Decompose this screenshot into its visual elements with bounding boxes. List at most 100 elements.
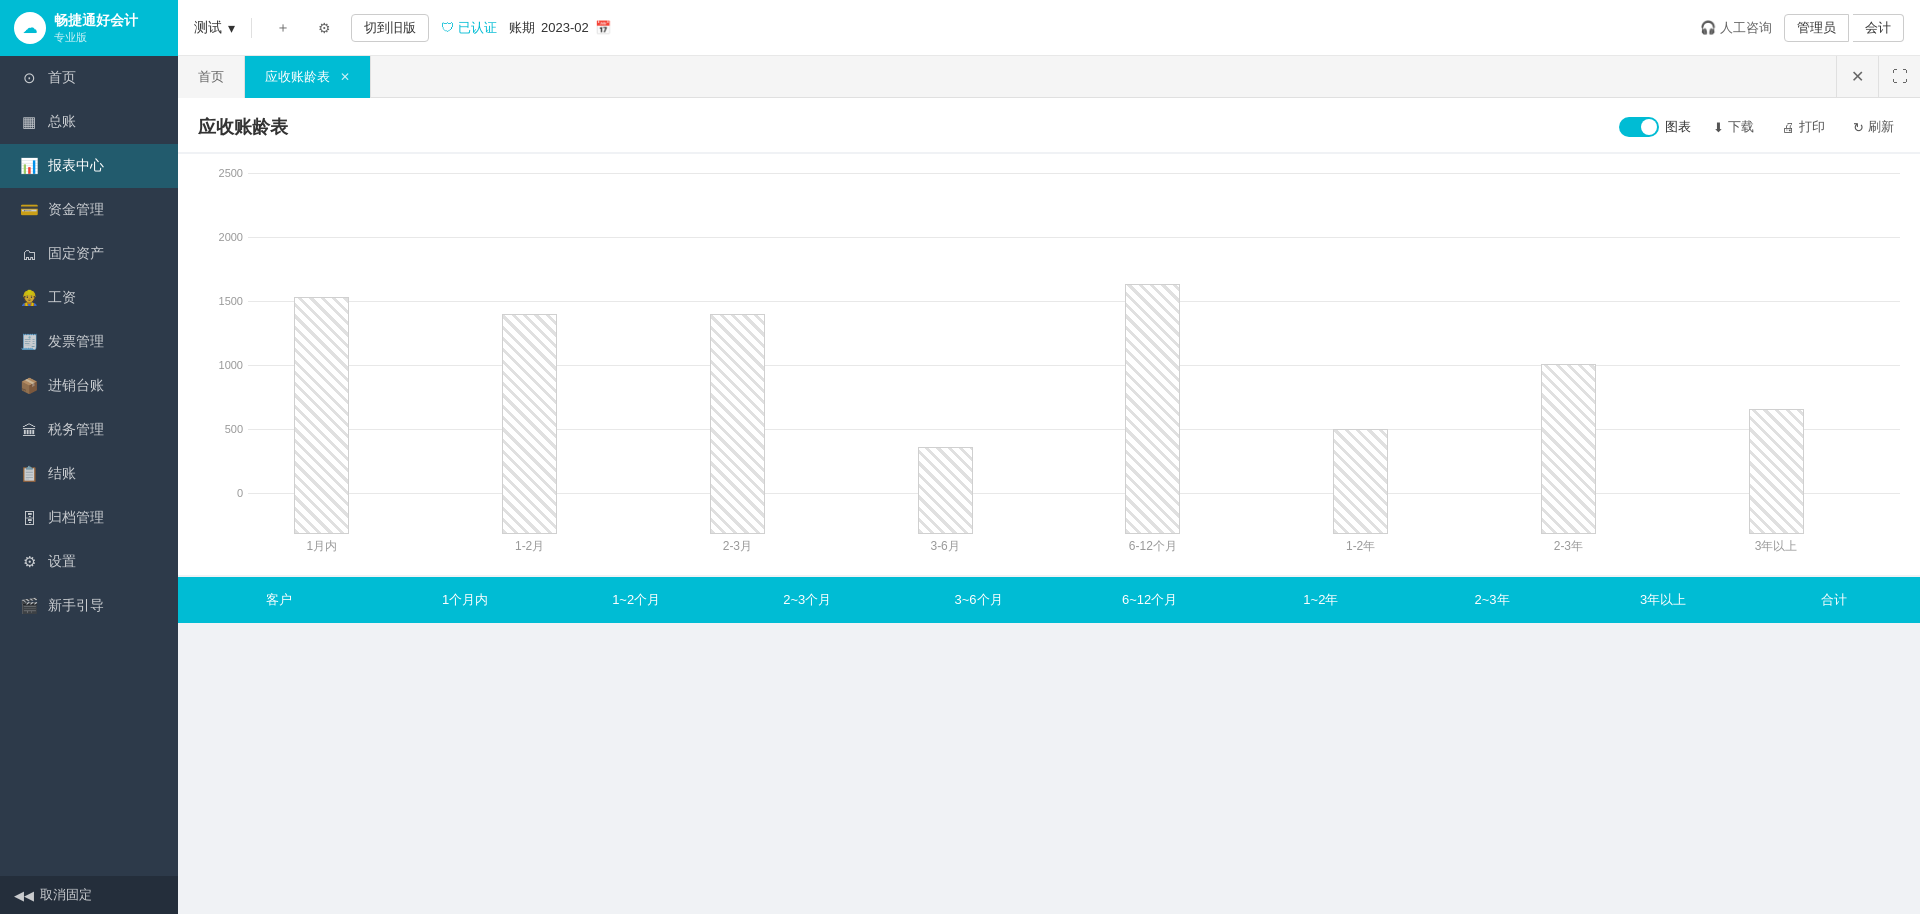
x-label-1-2月: 1-2月 xyxy=(426,538,634,555)
print-label: 打印 xyxy=(1799,118,1825,136)
bar-column-2-3月 xyxy=(634,314,842,534)
chart-label: 图表 xyxy=(1665,118,1691,136)
calendar-icon[interactable]: 📅 xyxy=(595,20,611,35)
switch-version-button[interactable]: 切到旧版 xyxy=(351,14,429,42)
nav-icon-archive: 🗄 xyxy=(20,510,38,527)
nav-icon-funds: 💳 xyxy=(20,201,38,219)
table-header-cell-1: 1个月内 xyxy=(379,577,550,623)
bar-column-2-3年 xyxy=(1465,364,1673,534)
sidebar-item-settings[interactable]: ⚙ 设置 xyxy=(0,540,178,584)
sidebar-label-invoice: 发票管理 xyxy=(48,333,104,351)
tabbar-actions: ✕ ⛶ xyxy=(1836,56,1920,98)
nav-icon-reports: 📊 xyxy=(20,157,38,175)
sidebar-label-archive: 归档管理 xyxy=(48,509,104,527)
app-subtitle: 专业版 xyxy=(54,30,138,45)
user-role-group: 管理员 会计 xyxy=(1784,14,1904,42)
sidebar-label-guide: 新手引导 xyxy=(48,597,104,615)
sidebar-item-invoice[interactable]: 🧾 发票管理 xyxy=(0,320,178,364)
sidebar-label-tax: 税务管理 xyxy=(48,421,104,439)
bar-3-6月 xyxy=(918,447,973,535)
sidebar-item-archive[interactable]: 🗄 归档管理 xyxy=(0,496,178,540)
close-tab-button[interactable]: ✕ xyxy=(1836,56,1878,98)
maximize-button[interactable]: ⛶ xyxy=(1878,56,1920,98)
refresh-label: 刷新 xyxy=(1868,118,1894,136)
project-name: 测试 xyxy=(194,19,222,37)
page-actions: 图表 ⬇ 下载 🖨 打印 ↻ 刷新 xyxy=(1619,114,1900,140)
x-label-2-3月: 2-3月 xyxy=(634,538,842,555)
role-button[interactable]: 会计 xyxy=(1853,14,1904,42)
refresh-icon: ↻ xyxy=(1853,120,1864,135)
topbar-right: 🎧 人工咨询 管理员 会计 xyxy=(1700,14,1904,42)
table-section: 客户1个月内1~2个月2~3个月3~6个月6~12个月1~2年2~3年3年以上合… xyxy=(178,577,1920,623)
tab-label-receivable-aging: 应收账龄表 xyxy=(265,68,330,86)
table-header-cell-5: 6~12个月 xyxy=(1064,577,1235,623)
print-icon: 🖨 xyxy=(1782,120,1795,135)
print-button[interactable]: 🖨 打印 xyxy=(1776,114,1831,140)
sidebar-item-reports[interactable]: 📊 报表中心 xyxy=(0,144,178,188)
sidebar-item-funds[interactable]: 💳 资金管理 xyxy=(0,188,178,232)
certified-label: 已认证 xyxy=(458,19,497,37)
sidebar-item-guide[interactable]: 🎬 新手引导 xyxy=(0,584,178,628)
table-header-cell-7: 2~3年 xyxy=(1406,577,1577,623)
nav-icon-settlement: 📋 xyxy=(20,465,38,483)
service-label: 人工咨询 xyxy=(1720,19,1772,37)
bar-2-3年 xyxy=(1541,364,1596,534)
tab-receivable-aging[interactable]: 应收账龄表 ✕ xyxy=(245,56,371,98)
app-title: 畅捷通好会计 xyxy=(54,11,138,29)
download-button[interactable]: ⬇ 下载 xyxy=(1707,114,1760,140)
sidebar-nav: ⊙ 首页 ▦ 总账 📊 报表中心 💳 资金管理 🗂 固定资产 👷 工资 🧾 发票… xyxy=(0,56,178,876)
shield-icon: 🛡 xyxy=(441,20,454,35)
bar-column-6-12个月 xyxy=(1049,284,1257,534)
nav-icon-settings: ⚙ xyxy=(20,553,38,571)
customer-service-button[interactable]: 🎧 人工咨询 xyxy=(1700,19,1772,37)
download-icon: ⬇ xyxy=(1713,120,1724,135)
nav-icon-assets: 🗂 xyxy=(20,246,38,263)
sidebar-item-ledger[interactable]: ▦ 总账 xyxy=(0,100,178,144)
sidebar-item-assets[interactable]: 🗂 固定资产 xyxy=(0,232,178,276)
bar-column-1-2月 xyxy=(426,314,634,534)
add-button[interactable]: ＋ xyxy=(268,15,298,41)
period-value: 2023-02 xyxy=(541,20,589,35)
chart-container: 05001000150020002500 1月内1-2月2-3月3-6月6-12… xyxy=(178,154,1920,575)
bar-column-3年以上 xyxy=(1672,409,1880,534)
main-area: 测试 ▾ ＋ ⚙ 切到旧版 🛡 已认证 账期 2023-02 📅 🎧 人工咨询 … xyxy=(178,0,1920,914)
sidebar-item-home[interactable]: ⊙ 首页 xyxy=(0,56,178,100)
nav-icon-tax: 🏛 xyxy=(20,422,38,439)
nav-icon-home: ⊙ xyxy=(20,69,38,87)
project-selector[interactable]: 测试 ▾ xyxy=(194,19,235,37)
bar-1月内 xyxy=(294,297,349,535)
sidebar-item-purchase-sale[interactable]: 📦 进销台账 xyxy=(0,364,178,408)
sidebar-item-settlement[interactable]: 📋 结账 xyxy=(0,452,178,496)
settings-button[interactable]: ⚙ xyxy=(310,16,339,40)
nav-icon-payroll: 👷 xyxy=(20,289,38,307)
unpin-label: 取消固定 xyxy=(40,886,92,904)
download-label: 下载 xyxy=(1728,118,1754,136)
sidebar-item-payroll[interactable]: 👷 工资 xyxy=(0,276,178,320)
unpin-button[interactable]: ◀◀ 取消固定 xyxy=(0,876,178,914)
bar-column-1月内 xyxy=(218,297,426,535)
certified-badge: 🛡 已认证 xyxy=(441,19,497,37)
bar-1-2月 xyxy=(502,314,557,534)
table-header-cell-0: 客户 xyxy=(178,577,379,623)
chart-toggle[interactable]: 图表 xyxy=(1619,117,1691,137)
sidebar-item-tax[interactable]: 🏛 税务管理 xyxy=(0,408,178,452)
bar-2-3月 xyxy=(710,314,765,534)
manager-button[interactable]: 管理员 xyxy=(1784,14,1849,42)
tab-close-receivable-aging[interactable]: ✕ xyxy=(340,70,350,84)
page-title: 应收账龄表 xyxy=(198,115,288,139)
sidebar-logo: ☁ 畅捷通好会计 专业版 xyxy=(0,0,178,56)
headset-icon: 🎧 xyxy=(1700,20,1716,35)
toggle-track[interactable] xyxy=(1619,117,1659,137)
sidebar-label-assets: 固定资产 xyxy=(48,245,104,263)
x-label-6-12个月: 6-12个月 xyxy=(1049,538,1257,555)
gear-icon: ⚙ xyxy=(318,20,331,36)
table-header-cell-4: 3~6个月 xyxy=(893,577,1064,623)
period-display: 账期 2023-02 📅 xyxy=(509,19,611,37)
sidebar-label-payroll: 工资 xyxy=(48,289,76,307)
refresh-button[interactable]: ↻ 刷新 xyxy=(1847,114,1900,140)
bar-column-3-6月 xyxy=(841,447,1049,535)
sidebar-label-settlement: 结账 xyxy=(48,465,76,483)
tab-home[interactable]: 首页 xyxy=(178,56,245,98)
x-label-1-2年: 1-2年 xyxy=(1257,538,1465,555)
table-header-cell-8: 3年以上 xyxy=(1578,577,1749,623)
